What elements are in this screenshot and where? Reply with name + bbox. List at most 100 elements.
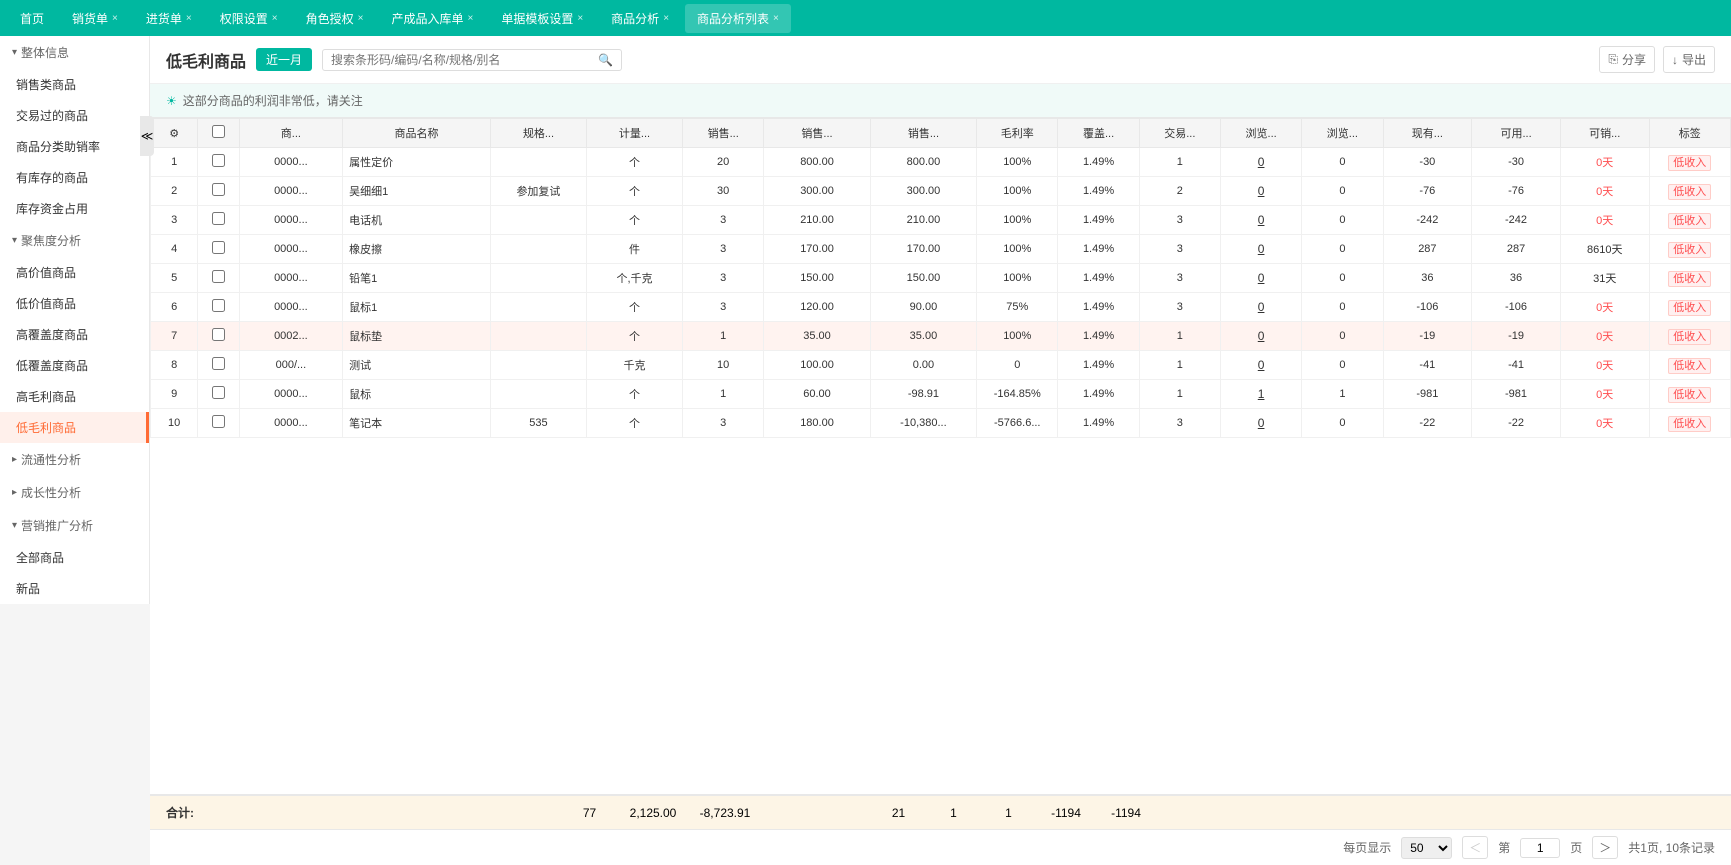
close-icon[interactable]: × bbox=[773, 13, 779, 24]
row-code: 0000... bbox=[239, 380, 342, 409]
total-avail: -1194 bbox=[1096, 806, 1156, 820]
col-sale-amount-header[interactable]: 销售... bbox=[764, 119, 870, 148]
row-avail: -30 bbox=[1472, 148, 1561, 177]
row-sellable: 0天 bbox=[1560, 293, 1649, 322]
row-browse2: 0 bbox=[1302, 148, 1383, 177]
row-checkbox[interactable] bbox=[212, 212, 225, 225]
row-checkbox[interactable] bbox=[212, 415, 225, 428]
close-icon[interactable]: × bbox=[112, 13, 118, 24]
nav-finished-goods[interactable]: 产成品入库单 × bbox=[379, 4, 485, 33]
sidebar-group-growth[interactable]: ▸ 成长性分析 bbox=[0, 476, 149, 509]
col-avail-header[interactable]: 可用... bbox=[1472, 119, 1561, 148]
page-header: 低毛利商品 近一月 🔍 ⎘ 分享 ↓ 导出 bbox=[150, 36, 1731, 84]
row-current: -981 bbox=[1383, 380, 1472, 409]
row-checkbox[interactable] bbox=[212, 241, 225, 254]
col-sale-profit-header[interactable]: 销售... bbox=[870, 119, 976, 148]
sidebar-group-overall[interactable]: ▾ 整体信息 bbox=[0, 36, 149, 69]
close-icon[interactable]: × bbox=[663, 13, 669, 24]
row-num: 10 bbox=[151, 409, 198, 438]
col-spec-header[interactable]: 规格... bbox=[490, 119, 586, 148]
sidebar-item-new-products[interactable]: 新品 bbox=[0, 573, 149, 604]
col-checkbox[interactable] bbox=[198, 119, 239, 148]
time-filter-button[interactable]: 近一月 bbox=[256, 48, 312, 71]
row-browse1: 0 bbox=[1220, 351, 1301, 380]
share-button[interactable]: ⎘ 分享 bbox=[1599, 46, 1655, 73]
row-sale-profit: 90.00 bbox=[870, 293, 976, 322]
col-code-header[interactable]: 商... bbox=[239, 119, 342, 148]
row-checkbox[interactable] bbox=[212, 183, 225, 196]
col-current-header[interactable]: 现有... bbox=[1383, 119, 1472, 148]
sidebar-item-high-value[interactable]: 高价值商品 bbox=[0, 257, 149, 288]
export-button[interactable]: ↓ 导出 bbox=[1663, 46, 1715, 73]
row-cover: 1 bbox=[1139, 351, 1220, 380]
sidebar-item-sales-products[interactable]: 销售类商品 bbox=[0, 69, 149, 100]
sidebar-item-all-products[interactable]: 全部商品 bbox=[0, 542, 149, 573]
row-name: 鼠标 bbox=[343, 380, 491, 409]
nav-product-analysis[interactable]: 商品分析 × bbox=[599, 4, 681, 33]
row-cover: 3 bbox=[1139, 235, 1220, 264]
search-input[interactable] bbox=[331, 53, 594, 67]
col-gross-header[interactable]: 覆盖... bbox=[1058, 119, 1139, 148]
sidebar-item-low-value[interactable]: 低价值商品 bbox=[0, 288, 149, 319]
sidebar-group-circulation[interactable]: ▸ 流通性分析 bbox=[0, 443, 149, 476]
nav-home[interactable]: 首页 bbox=[8, 4, 56, 33]
col-unit-header[interactable]: 计量... bbox=[586, 119, 682, 148]
nav-product-analysis-list[interactable]: 商品分析列表 × bbox=[685, 4, 791, 33]
col-tag-header[interactable]: 标签 bbox=[1649, 119, 1730, 148]
col-profit-rate-header[interactable]: 毛利率 bbox=[977, 119, 1058, 148]
close-icon[interactable]: × bbox=[358, 13, 364, 24]
page-number-input[interactable] bbox=[1520, 838, 1560, 858]
sidebar-group-focus[interactable]: ▾ 聚焦度分析 bbox=[0, 224, 149, 257]
sidebar-item-high-margin[interactable]: 高毛利商品 bbox=[0, 381, 149, 412]
sidebar-item-category-rate[interactable]: 商品分类助销率 bbox=[0, 131, 149, 162]
col-browse2-header[interactable]: 浏览... bbox=[1302, 119, 1383, 148]
sidebar-item-low-coverage[interactable]: 低覆盖度商品 bbox=[0, 350, 149, 381]
prev-page-button[interactable]: ＜ bbox=[1462, 836, 1488, 859]
row-spec bbox=[490, 264, 586, 293]
col-trade-header[interactable]: 交易... bbox=[1139, 119, 1220, 148]
row-checkbox[interactable] bbox=[212, 328, 225, 341]
nav-permissions[interactable]: 权限设置 × bbox=[208, 4, 290, 33]
row-checkbox[interactable] bbox=[212, 299, 225, 312]
search-icon[interactable]: 🔍 bbox=[598, 53, 613, 67]
row-checkbox[interactable] bbox=[212, 386, 225, 399]
nav-sales[interactable]: 销货单 × bbox=[60, 4, 130, 33]
col-sellable-header[interactable]: 可销... bbox=[1560, 119, 1649, 148]
next-page-button[interactable]: ＞ bbox=[1592, 836, 1618, 859]
row-checkbox[interactable] bbox=[212, 154, 225, 167]
nav-purchase[interactable]: 进货单 × bbox=[134, 4, 204, 33]
sidebar-group-marketing[interactable]: ▾ 营销推广分析 bbox=[0, 509, 149, 542]
row-avail: -981 bbox=[1472, 380, 1561, 409]
row-checkbox[interactable] bbox=[212, 270, 225, 283]
row-sale-amount: 35.00 bbox=[764, 322, 870, 351]
col-name-header[interactable]: 商品名称 bbox=[343, 119, 491, 148]
per-page-select[interactable]: 50 100 200 bbox=[1401, 837, 1452, 859]
row-checkbox-cell bbox=[198, 177, 239, 206]
sidebar-item-traded-products[interactable]: 交易过的商品 bbox=[0, 100, 149, 131]
col-sale-qty-header[interactable]: 销售... bbox=[683, 119, 764, 148]
row-sale-profit: 35.00 bbox=[870, 322, 976, 351]
sidebar-item-stock-capital[interactable]: 库存资金占用 bbox=[0, 193, 149, 224]
row-current: -76 bbox=[1383, 177, 1472, 206]
col-setting[interactable]: ⚙ bbox=[151, 119, 198, 148]
sidebar-collapse-btn[interactable]: ≪ bbox=[140, 116, 154, 156]
row-browse2: 0 bbox=[1302, 177, 1383, 206]
close-icon[interactable]: × bbox=[186, 13, 192, 24]
nav-template[interactable]: 单据模板设置 × bbox=[489, 4, 595, 33]
select-all-checkbox[interactable] bbox=[212, 125, 225, 138]
row-browse2: 0 bbox=[1302, 264, 1383, 293]
row-checkbox[interactable] bbox=[212, 357, 225, 370]
row-sale-amount: 170.00 bbox=[764, 235, 870, 264]
col-browse1-header[interactable]: 浏览... bbox=[1220, 119, 1301, 148]
sidebar-item-in-stock[interactable]: 有库存的商品 bbox=[0, 162, 149, 193]
close-icon[interactable]: × bbox=[272, 13, 278, 24]
sidebar-item-high-coverage[interactable]: 高覆盖度商品 bbox=[0, 319, 149, 350]
close-icon[interactable]: × bbox=[577, 13, 583, 24]
row-spec bbox=[490, 293, 586, 322]
nav-roles[interactable]: 角色授权 × bbox=[294, 4, 376, 33]
close-icon[interactable]: × bbox=[467, 13, 473, 24]
row-sale-profit: 800.00 bbox=[870, 148, 976, 177]
sidebar-item-low-margin[interactable]: 低毛利商品 bbox=[0, 412, 149, 443]
row-sale-amount: 800.00 bbox=[764, 148, 870, 177]
row-code: 0002... bbox=[239, 322, 342, 351]
